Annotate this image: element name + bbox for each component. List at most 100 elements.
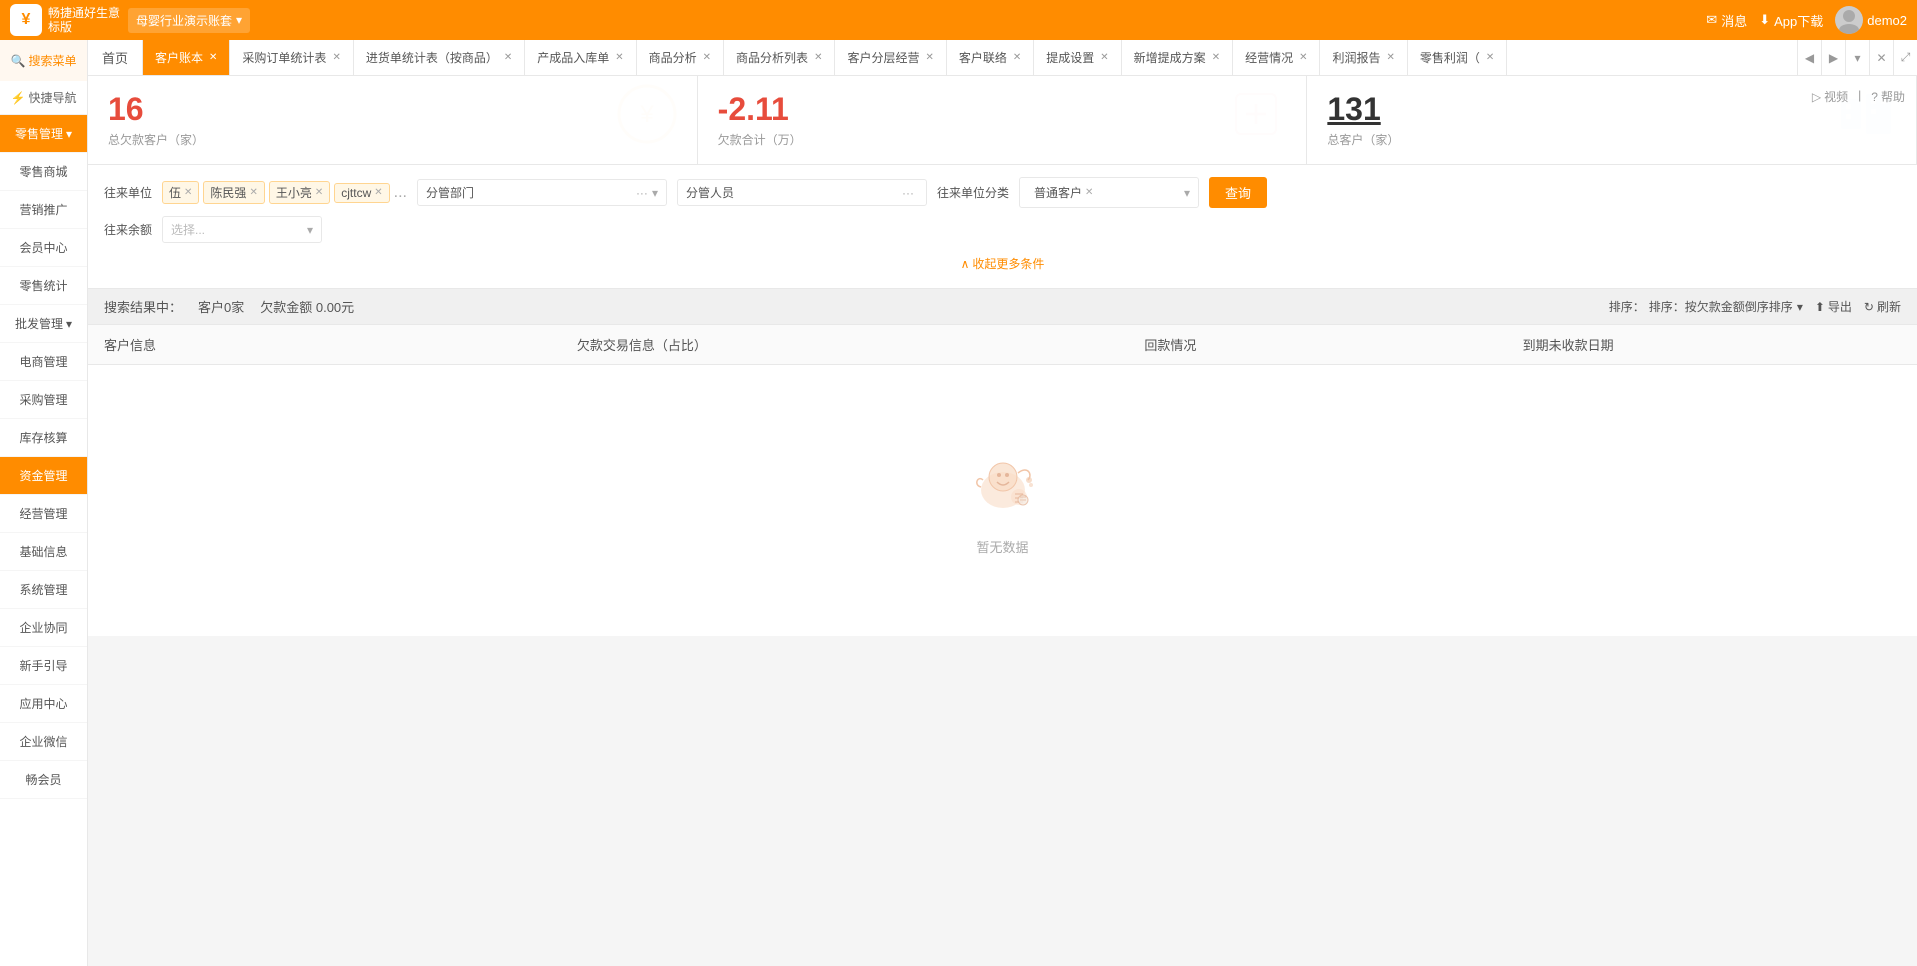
data-table: 客户信息 欠款交易信息（占比） 回款情况 到期未收款日期 — [88, 325, 1917, 636]
sort-select[interactable]: 排序： 排序：按欠款金额倒序排序 ▾ — [1609, 298, 1803, 315]
sidebar-item-app-center[interactable]: 应用中心 — [0, 685, 87, 723]
department-select[interactable]: 分管部门 ··· ▾ — [417, 179, 667, 206]
tab-goods-analysis-list[interactable]: 商品分析列表 ✕ — [724, 40, 835, 75]
help-button[interactable]: ? 帮助 — [1871, 88, 1905, 105]
tab-commission-settings[interactable]: 提成设置 ✕ — [1034, 40, 1121, 75]
sidebar-item-marketing[interactable]: 营销推广 — [0, 191, 87, 229]
sidebar-item-wholesale-mgmt[interactable]: 批发管理 ▾ — [0, 305, 87, 343]
empty-icon — [963, 445, 1043, 525]
sidebar-item-system-mgmt[interactable]: 系统管理 — [0, 571, 87, 609]
sidebar-item-finance-mgmt[interactable]: 资金管理 — [0, 457, 87, 495]
tab-close-icon[interactable]: ✕ — [1013, 52, 1021, 63]
tab-expand[interactable]: ⤢ — [1893, 40, 1917, 76]
account-dropdown[interactable]: 母婴行业演示账套 ▾ — [128, 8, 250, 33]
filter-more-button[interactable]: ... — [394, 184, 407, 202]
tab-close-icon[interactable]: ✕ — [332, 52, 340, 63]
stat-icon-money: ¥ — [617, 84, 677, 156]
tab-purchase-stats-goods[interactable]: 进货单统计表（按商品） ✕ — [354, 40, 525, 75]
tab-close-icon[interactable]: ✕ — [1299, 52, 1307, 63]
tab-close-icon[interactable]: ✕ — [1486, 52, 1494, 63]
sidebar-item-enterprise-collab[interactable]: 企业协同 — [0, 609, 87, 647]
query-button[interactable]: 查询 — [1209, 177, 1267, 208]
stat-total-debt: -2.11 欠款合计（万） — [698, 76, 1308, 164]
table-header: 客户信息 欠款交易信息（占比） 回款情况 到期未收款日期 — [88, 325, 1917, 365]
stat-total-debtors: ¥ 16 总欠款客户（家） — [88, 76, 698, 164]
filter-tag-unit-2: 陈民强 ✕ — [203, 181, 264, 204]
dropdown-icon: ▾ — [307, 223, 313, 237]
remove-tag-1[interactable]: ✕ — [184, 187, 192, 198]
tab-close-icon[interactable]: ✕ — [703, 52, 711, 63]
tab-business-status[interactable]: 经营情况 ✕ — [1233, 40, 1320, 75]
tab-retail-profit[interactable]: 零售利润（ ✕ — [1408, 40, 1507, 75]
tab-close-icon[interactable]: ✕ — [1100, 52, 1108, 63]
chevron-icon: ▾ — [66, 317, 72, 331]
quick-nav-button[interactable]: ⚡ 快捷导航 — [0, 81, 87, 115]
selected-category-tag: 普通客户 ✕ — [1028, 182, 1099, 203]
debt-amount: 欠款金额 0.00元 — [260, 297, 354, 316]
tab-close-icon[interactable]: ✕ — [925, 52, 933, 63]
tab-goods-analysis[interactable]: 商品分析 ✕ — [637, 40, 724, 75]
tab-close-icon[interactable]: ✕ — [1387, 52, 1395, 63]
remove-tag-2[interactable]: ✕ — [249, 187, 257, 198]
tab-scroll-left[interactable]: ◀ — [1797, 40, 1821, 76]
sidebar-search-area: 🔍 搜索菜单 — [0, 40, 87, 81]
refresh-button[interactable]: ↻ 刷新 — [1864, 298, 1901, 315]
empty-state: 暂无数据 — [88, 365, 1917, 636]
sidebar-item-basic-info[interactable]: 基础信息 — [0, 533, 87, 571]
stat-value-total-customers[interactable]: 131 — [1327, 92, 1896, 127]
tab-profit-report[interactable]: 利润报告 ✕ — [1320, 40, 1407, 75]
th-debt-info: 欠款交易信息（占比） — [577, 335, 1144, 354]
sidebar-item-ecommerce[interactable]: 电商管理 — [0, 343, 87, 381]
sidebar-item-retail-stats[interactable]: 零售统计 — [0, 267, 87, 305]
sidebar-item-purchase-mgmt[interactable]: 采购管理 — [0, 381, 87, 419]
sidebar-item-operation-mgmt[interactable]: 经营管理 — [0, 495, 87, 533]
sidebar-item-retail-mall[interactable]: 零售商城 — [0, 153, 87, 191]
tab-finished-goods[interactable]: 产成品入库单 ✕ — [525, 40, 636, 75]
filter-tag-unit-3: 王小亮 ✕ — [269, 181, 330, 204]
stat-value-debt: -2.11 — [718, 92, 1287, 127]
tab-close-all[interactable]: ✕ — [1869, 40, 1893, 76]
collapse-button[interactable]: ∧ 收起更多条件 — [104, 251, 1901, 276]
tab-menu-dropdown[interactable]: ▾ — [1845, 40, 1869, 76]
search-menu-button[interactable]: 🔍 搜索菜单 — [6, 48, 81, 73]
export-icon: ⬆ — [1815, 300, 1825, 314]
tab-close-icon[interactable]: ✕ — [1212, 52, 1220, 63]
remove-category-tag[interactable]: ✕ — [1085, 187, 1093, 198]
tab-close-icon[interactable]: ✕ — [615, 52, 623, 63]
tab-close-icon[interactable]: ✕ — [814, 52, 822, 63]
sidebar-item-inventory[interactable]: 库存核算 — [0, 419, 87, 457]
filter-label-unit-category: 往来单位分类 — [937, 184, 1009, 201]
tab-customer-tier[interactable]: 客户分层经营 ✕ — [835, 40, 946, 75]
nav-icon: ⚡ — [11, 91, 26, 105]
tab-customer-contact[interactable]: 客户联络 ✕ — [947, 40, 1034, 75]
chevron-icon: ▾ — [66, 127, 72, 141]
tab-close-icon[interactable]: ✕ — [504, 52, 512, 63]
app-download-button[interactable]: ⬇ App下载 — [1759, 11, 1823, 30]
tab-add-commission[interactable]: 新增提成方案 ✕ — [1122, 40, 1233, 75]
page-content: ¥ 16 总欠款客户（家） -2.11 欠款合计（万） — [88, 76, 1917, 966]
user-avatar-area[interactable]: demo2 — [1835, 6, 1907, 34]
sidebar-item-beginner-guide[interactable]: 新手引导 — [0, 647, 87, 685]
remove-tag-4[interactable]: ✕ — [374, 187, 382, 198]
tab-close-icon[interactable]: ✕ — [209, 52, 217, 63]
unit-category-select[interactable]: 普通客户 ✕ ▾ — [1019, 177, 1199, 208]
export-button[interactable]: ⬆ 导出 — [1815, 298, 1852, 315]
tab-home[interactable]: 首页 — [88, 40, 143, 75]
divider: | — [1858, 88, 1861, 105]
filter-area: 往来单位 伍 ✕ 陈民强 ✕ 王小亮 — [88, 165, 1917, 289]
customer-count: 客户0家 — [198, 297, 244, 316]
filter-row-1: 往来单位 伍 ✕ 陈民强 ✕ 王小亮 — [104, 177, 1901, 208]
person-select[interactable]: 分管人员 ··· — [677, 179, 927, 206]
sidebar-item-retail-mgmt[interactable]: 零售管理 ▾ — [0, 115, 87, 153]
sidebar-item-chang-member[interactable]: 畅会员 — [0, 761, 87, 799]
remove-tag-3[interactable]: ✕ — [315, 187, 323, 198]
sidebar-item-enterprise-wechat[interactable]: 企业微信 — [0, 723, 87, 761]
tab-purchase-order-stats[interactable]: 采购订单统计表 ✕ — [230, 40, 353, 75]
message-button[interactable]: ✉ 消息 — [1706, 11, 1747, 30]
sidebar-item-member-center[interactable]: 会员中心 — [0, 229, 87, 267]
tab-customer-ledger[interactable]: 客户账本 ✕ — [143, 40, 230, 75]
video-help-button[interactable]: ▷ 视频 — [1812, 88, 1848, 105]
app-logo: ¥ — [10, 4, 42, 36]
balance-select[interactable]: 选择... ▾ — [162, 216, 322, 243]
tab-scroll-right[interactable]: ▶ — [1821, 40, 1845, 76]
